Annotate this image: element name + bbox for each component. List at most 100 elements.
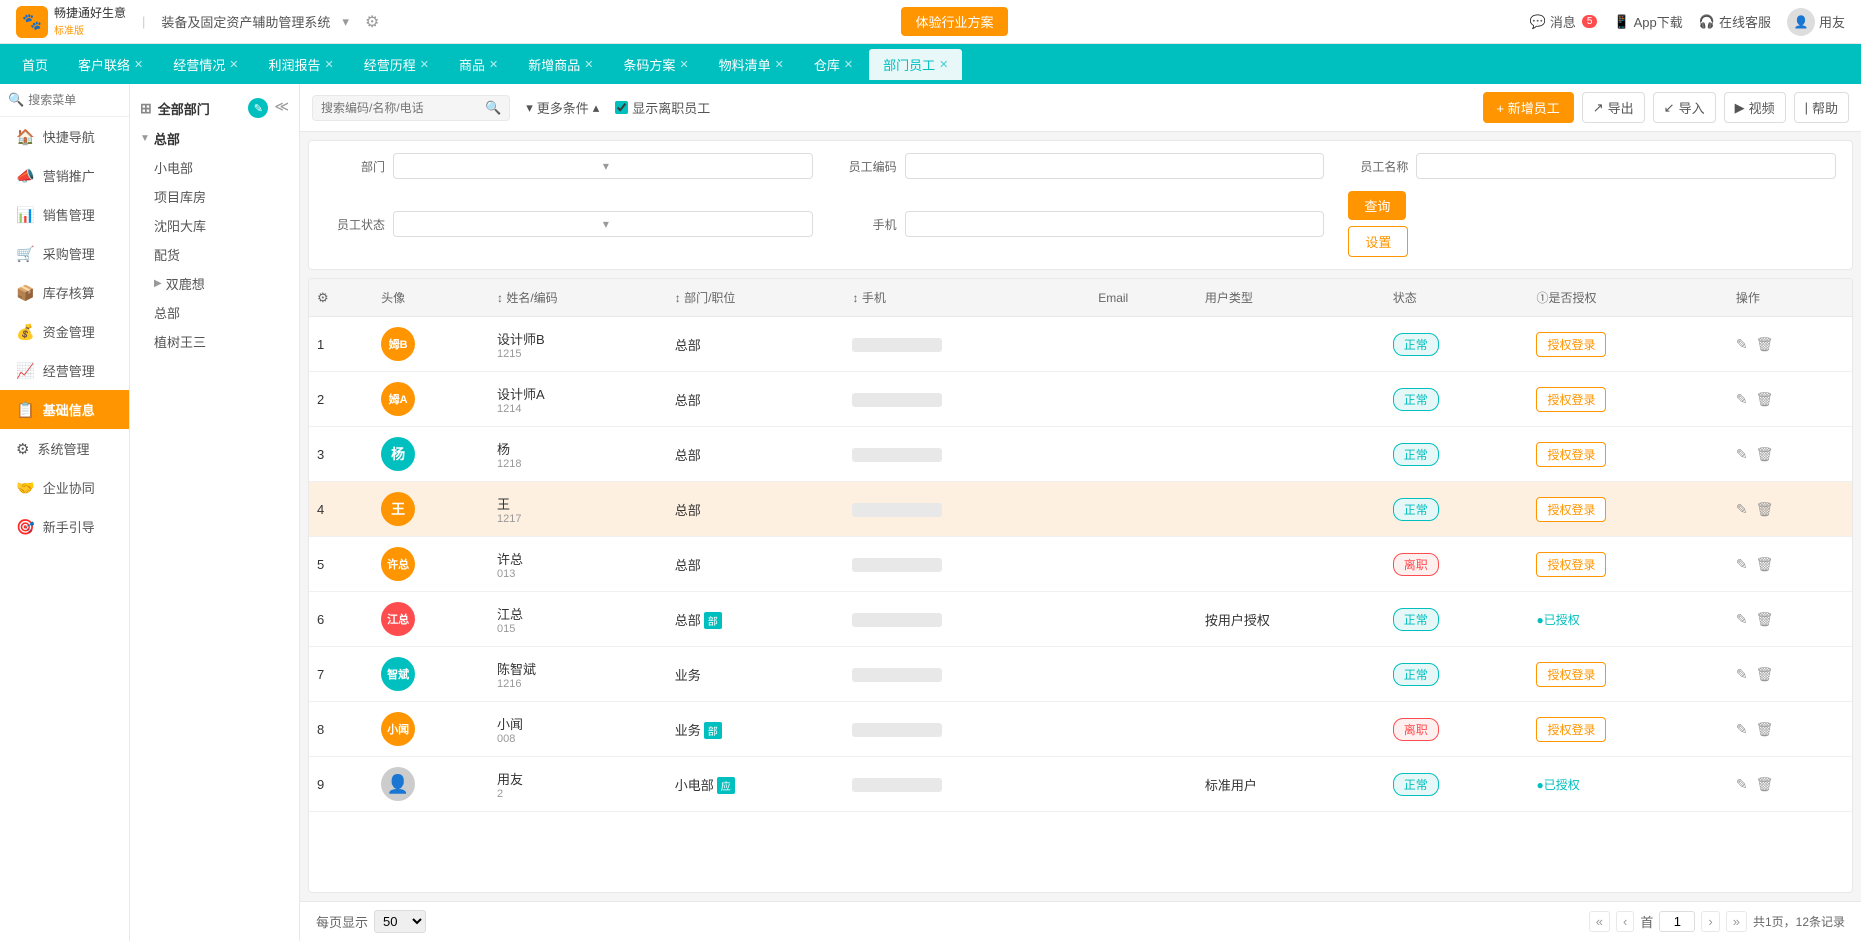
close-icon[interactable]: ✕	[939, 58, 948, 71]
close-icon[interactable]: ✕	[325, 58, 334, 71]
dept-select[interactable]: ▾	[393, 153, 813, 179]
edit-icon[interactable]: ✎	[1736, 721, 1748, 738]
page-input[interactable]	[1659, 911, 1695, 932]
message-button[interactable]: 💬 消息 5	[1530, 12, 1598, 31]
add-employee-button[interactable]: + 新增员工	[1483, 92, 1574, 123]
row-auth[interactable]: 授权登录	[1528, 482, 1727, 537]
help-button[interactable]: | 帮助	[1794, 92, 1849, 123]
close-icon[interactable]: ✕	[775, 58, 784, 71]
more-filter-button[interactable]: ▾ 更多条件 ▴	[518, 94, 607, 121]
tab-department[interactable]: 部门员工✕	[869, 49, 962, 80]
user-menu[interactable]: 👤 用友	[1787, 8, 1845, 36]
tree-edit-icon[interactable]: ✎	[248, 98, 268, 118]
edit-icon[interactable]: ✎	[1736, 666, 1748, 683]
authorize-button[interactable]: 授权登录	[1536, 552, 1606, 577]
tab-history[interactable]: 经营历程✕	[350, 49, 443, 80]
code-input[interactable]	[905, 153, 1325, 179]
last-page-button[interactable]: »	[1726, 911, 1747, 932]
sidebar-item-purchase[interactable]: 🛒采购管理	[0, 234, 129, 273]
row-auth[interactable]: 授权登录	[1528, 427, 1727, 482]
experience-button[interactable]: 体验行业方案	[901, 7, 1007, 36]
sidebar-search-input[interactable]	[28, 93, 121, 107]
sidebar-item-basic[interactable]: 📋基础信息	[0, 390, 129, 429]
per-page-select[interactable]: 50 20 100	[374, 910, 426, 933]
authorize-button[interactable]: 授权登录	[1536, 387, 1606, 412]
tree-node-xiaodianbu[interactable]: 小电部	[130, 153, 299, 182]
edit-icon[interactable]: ✎	[1736, 446, 1748, 463]
sidebar-item-marketing[interactable]: 📣营销推广	[0, 156, 129, 195]
close-icon[interactable]: ✕	[679, 58, 688, 71]
tab-new-goods[interactable]: 新增商品✕	[514, 49, 607, 80]
col-dept[interactable]: ↕ 部门/职位	[667, 279, 845, 317]
delete-icon[interactable]: 🗑	[1756, 391, 1774, 408]
tree-node-peihuo[interactable]: 配货	[130, 240, 299, 269]
tab-customer[interactable]: 客户联络✕	[64, 49, 157, 80]
tab-business[interactable]: 经营情况✕	[159, 49, 252, 80]
sidebar-item-inventory[interactable]: 📦库存核算	[0, 273, 129, 312]
edit-icon[interactable]: ✎	[1736, 336, 1748, 353]
close-icon[interactable]: ✕	[229, 58, 238, 71]
edit-icon[interactable]: ✎	[1736, 556, 1748, 573]
set-button[interactable]: 设置	[1348, 226, 1408, 257]
edit-icon[interactable]: ✎	[1736, 501, 1748, 518]
tab-profit[interactable]: 利润报告✕	[254, 49, 347, 80]
edit-icon[interactable]: ✎	[1736, 776, 1748, 793]
show-resigned-checkbox[interactable]	[615, 101, 628, 114]
delete-icon[interactable]: 🗑	[1756, 501, 1774, 518]
tab-barcode[interactable]: 条码方案✕	[609, 49, 702, 80]
sidebar-item-collab[interactable]: 🤝企业协同	[0, 468, 129, 507]
row-auth[interactable]: 授权登录	[1528, 702, 1727, 757]
close-icon[interactable]: ✕	[584, 58, 593, 71]
col-name[interactable]: ↕ 姓名/编码	[489, 279, 667, 317]
search-button[interactable]: 查询	[1348, 191, 1406, 220]
delete-icon[interactable]: 🗑	[1756, 336, 1774, 353]
close-icon[interactable]: ✕	[134, 58, 143, 71]
tree-node-zhishu[interactable]: 植树王三	[130, 327, 299, 356]
tab-goods[interactable]: 商品✕	[445, 49, 512, 80]
col-settings[interactable]: ⚙	[309, 279, 373, 317]
delete-icon[interactable]: 🗑	[1756, 721, 1774, 738]
delete-icon[interactable]: 🗑	[1756, 666, 1774, 683]
sidebar-item-guide[interactable]: 🎯新手引导	[0, 507, 129, 546]
status-select[interactable]: ▾	[393, 211, 813, 237]
sidebar-item-system[interactable]: ⚙系统管理	[0, 429, 129, 468]
close-icon[interactable]: ✕	[420, 58, 429, 71]
dropdown-arrow[interactable]: ▾	[342, 14, 349, 30]
row-auth[interactable]: 授权登录	[1528, 537, 1727, 592]
tree-node-zongbu2[interactable]: 总部	[130, 298, 299, 327]
authorize-button[interactable]: 授权登录	[1536, 717, 1606, 742]
row-auth[interactable]: 授权登录	[1528, 317, 1727, 372]
close-icon[interactable]: ✕	[844, 58, 853, 71]
search-input[interactable]	[321, 101, 481, 115]
sidebar-item-quicknav[interactable]: 🏠快捷导航	[0, 117, 129, 156]
import-button[interactable]: ↙ 导入	[1653, 92, 1716, 123]
first-page-button[interactable]: «	[1589, 911, 1610, 932]
sidebar-item-finance[interactable]: 💰资金管理	[0, 312, 129, 351]
col-phone[interactable]: ↕ 手机	[844, 279, 1090, 317]
view-button[interactable]: ▶ 视频	[1724, 92, 1786, 123]
close-icon[interactable]: ✕	[489, 58, 498, 71]
sidebar-item-operation[interactable]: 📈经营管理	[0, 351, 129, 390]
authorize-button[interactable]: 授权登录	[1536, 442, 1606, 467]
authorize-button[interactable]: 授权登录	[1536, 332, 1606, 357]
prev-page-button[interactable]: ‹	[1616, 911, 1634, 932]
delete-icon[interactable]: 🗑	[1756, 446, 1774, 463]
export-button[interactable]: ↗ 导出	[1582, 92, 1645, 123]
next-page-button[interactable]: ›	[1701, 911, 1719, 932]
authorize-button[interactable]: 授权登录	[1536, 662, 1606, 687]
authorize-button[interactable]: 授权登录	[1536, 497, 1606, 522]
tab-warehouse[interactable]: 仓库✕	[800, 49, 867, 80]
phone-input[interactable]	[905, 211, 1325, 237]
name-input[interactable]	[1416, 153, 1836, 179]
edit-icon[interactable]: ✎	[1736, 611, 1748, 628]
tree-collapse-button[interactable]: ≪	[274, 98, 289, 118]
app-download-button[interactable]: 📱 App下载	[1613, 12, 1682, 31]
tab-material[interactable]: 物料清单✕	[705, 49, 798, 80]
delete-icon[interactable]: 🗑	[1756, 611, 1774, 628]
tab-home[interactable]: 首页	[8, 49, 62, 80]
sidebar-item-sales[interactable]: 📊销售管理	[0, 195, 129, 234]
row-auth[interactable]: 授权登录	[1528, 647, 1727, 702]
delete-icon[interactable]: 🗑	[1756, 776, 1774, 793]
show-resigned-label[interactable]: 显示离职员工	[615, 98, 710, 117]
tree-node-zongbu[interactable]: ▼ 总部	[130, 124, 299, 153]
